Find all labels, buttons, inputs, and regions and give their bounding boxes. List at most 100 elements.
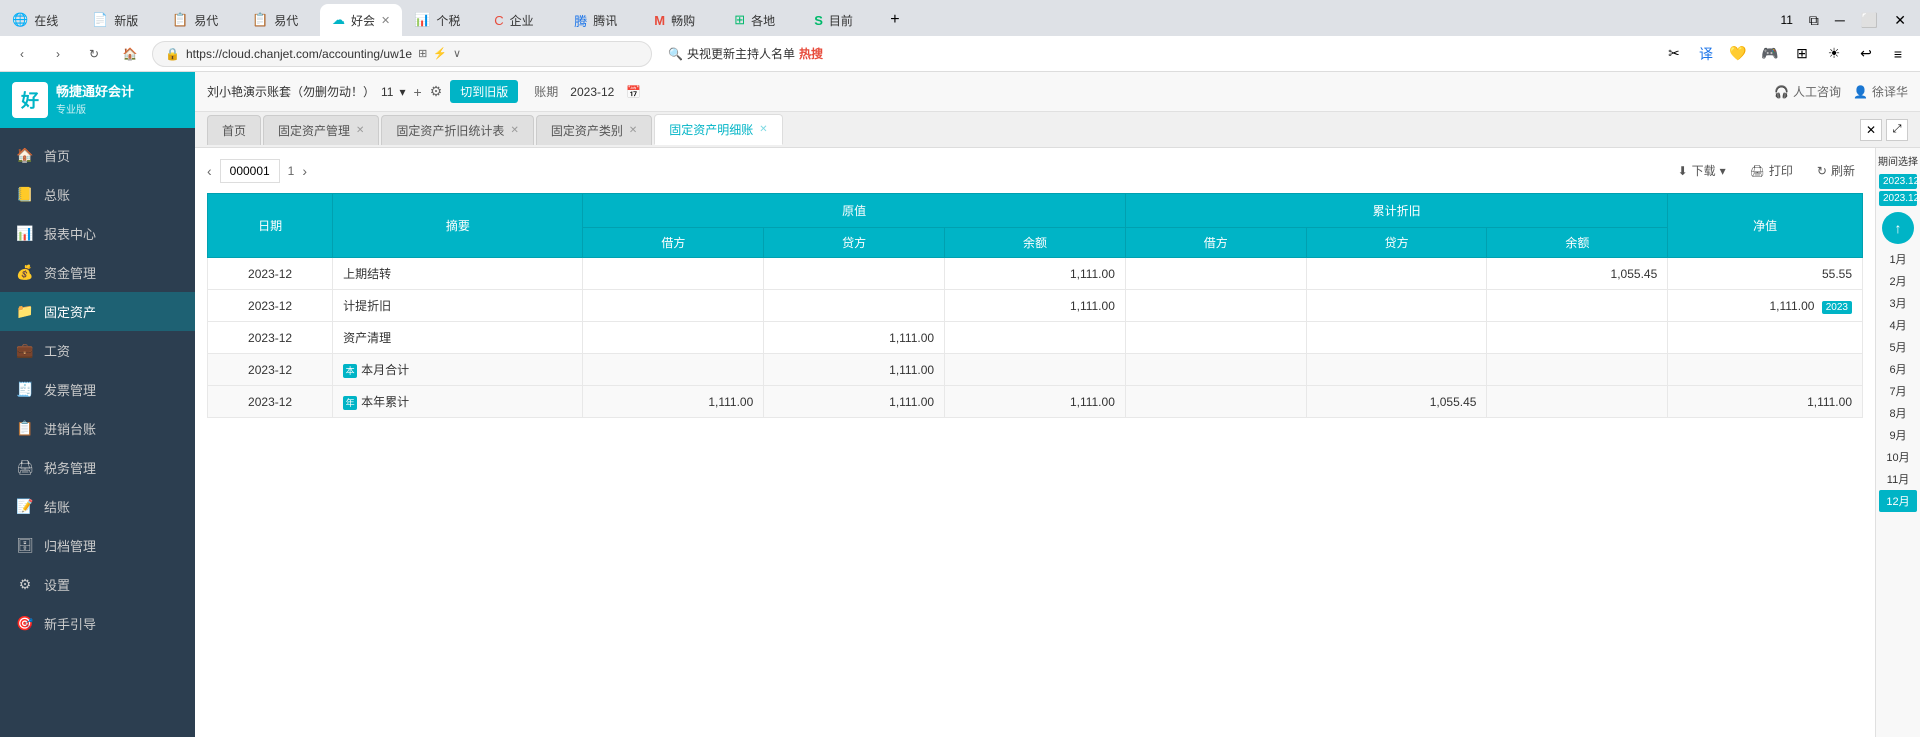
period-badge-1[interactable]: 2023.12: [1879, 174, 1917, 189]
print-btn[interactable]: 🖨 打印: [1742, 158, 1801, 183]
period-month-3[interactable]: 3月: [1879, 292, 1917, 314]
address-bar[interactable]: 🔒 https://cloud.chanjet.com/accounting/u…: [152, 41, 652, 67]
period-month-5[interactable]: 5月: [1879, 336, 1917, 358]
new-tab-button[interactable]: +: [882, 4, 907, 36]
support-btn[interactable]: 🎧 人工咨询: [1774, 83, 1841, 100]
next-record-btn[interactable]: ›: [302, 163, 307, 179]
tab-close-icon[interactable]: ✕: [759, 124, 767, 135]
tab-muqian[interactable]: S 目前: [802, 4, 882, 36]
period-month-12[interactable]: 12月: [1879, 490, 1917, 512]
sidebar-item-general-ledger[interactable]: 📒 总账: [0, 175, 195, 214]
refresh-icon: ↻: [1817, 164, 1827, 178]
search-icon: 🔍: [668, 47, 683, 61]
tab-geshui[interactable]: 📊 个税: [402, 4, 482, 36]
tutorial-icon: 🎯: [16, 615, 34, 633]
tab-qiye[interactable]: C 企业: [482, 4, 562, 36]
sidebar-item-closing[interactable]: 📝 结账: [0, 487, 195, 526]
company-selector[interactable]: 刘小艳演示账套（勿删勿动！） 11 ▾: [207, 83, 406, 100]
period-month-8[interactable]: 8月: [1879, 402, 1917, 424]
menu-icon[interactable]: ≡: [1884, 40, 1912, 68]
period-badge-2[interactable]: 2023.12: [1879, 191, 1917, 206]
sidebar-item-settings[interactable]: ⚙ 设置: [0, 565, 195, 604]
panel-expand-btn[interactable]: ⤢: [1886, 119, 1908, 141]
sidebar-item-archive[interactable]: 🗄 归档管理: [0, 526, 195, 565]
sidebar-item-funds[interactable]: 💰 资金管理: [0, 253, 195, 292]
page-tab-asset-detail[interactable]: 固定资产明细账 ✕: [654, 114, 782, 145]
grid-icon[interactable]: ⊞: [1788, 40, 1816, 68]
yearly-icon: 年: [343, 396, 357, 410]
user-info[interactable]: 👤 徐译华: [1853, 83, 1908, 100]
page-tab-asset-mgmt[interactable]: 固定资产管理 ✕: [263, 115, 379, 145]
period-month-1[interactable]: 1月: [1879, 248, 1917, 270]
browser-close-btn[interactable]: ✕: [1888, 12, 1912, 29]
tab-close-icon[interactable]: ✕: [629, 125, 637, 136]
row-summary: 本本月合计: [333, 354, 583, 386]
row-date: 2023-12: [208, 354, 333, 386]
period-month-10[interactable]: 10月: [1879, 446, 1917, 468]
row-accum-balance: [1487, 386, 1668, 418]
sidebar-item-purchase-sales[interactable]: 📋 进销台账: [0, 409, 195, 448]
tab-tengxun[interactable]: 腾 腾讯: [562, 4, 642, 36]
row-accum-debit: [1125, 290, 1306, 322]
user-avatar-icon: 👤: [1853, 85, 1868, 99]
wallet-icon[interactable]: 💛: [1724, 40, 1752, 68]
tab-yidai1[interactable]: 📋 易代: [160, 4, 240, 36]
sidebar-item-payroll[interactable]: 💼 工资: [0, 331, 195, 370]
panel-close-btn[interactable]: ✕: [1860, 119, 1882, 141]
col-accum-credit: 贷方: [1306, 228, 1487, 258]
period-month-7[interactable]: 7月: [1879, 380, 1917, 402]
browser-minimize[interactable]: 11: [1774, 13, 1798, 27]
nav-refresh[interactable]: ↻: [80, 40, 108, 68]
refresh-btn[interactable]: ↻ 刷新: [1809, 158, 1863, 183]
page-tab-depreciation-stats[interactable]: 固定资产折旧统计表 ✕: [381, 115, 533, 145]
tab-label: 固定资产明细账: [669, 121, 753, 138]
col-date: 日期: [208, 194, 333, 258]
tab-close-icon[interactable]: ✕: [356, 125, 364, 136]
row-accum-credit: [1306, 258, 1487, 290]
sidebar-item-reports[interactable]: 📊 报表中心: [0, 214, 195, 253]
tab-online[interactable]: 🌐 在线: [0, 4, 80, 36]
nav-home[interactable]: 🏠: [116, 40, 144, 68]
period-month-6[interactable]: 6月: [1879, 358, 1917, 380]
page-tab-home[interactable]: 首页: [207, 115, 261, 145]
prev-record-btn[interactable]: ‹: [207, 163, 212, 179]
sidebar-item-invoice[interactable]: 🧾 发票管理: [0, 370, 195, 409]
sidebar-item-home[interactable]: 🏠 首页: [0, 136, 195, 175]
period-month-2[interactable]: 2月: [1879, 270, 1917, 292]
scissors-icon[interactable]: ✂: [1660, 40, 1688, 68]
browser-maximize-btn[interactable]: ⬜: [1855, 12, 1884, 29]
tab-haohui[interactable]: ☁ 好会 ✕: [320, 4, 402, 36]
add-company-btn[interactable]: +: [414, 84, 422, 100]
sidebar-item-fixed-assets[interactable]: 📁 固定资产: [0, 292, 195, 331]
download-btn[interactable]: ⬇ 下载 ▾: [1670, 158, 1734, 183]
switch-version-btn[interactable]: 切到旧版: [450, 80, 518, 103]
row-orig-debit: [583, 290, 764, 322]
tab-close-icon[interactable]: ✕: [510, 125, 518, 136]
tab-new[interactable]: 📄 新版: [80, 4, 160, 36]
scroll-up-icon[interactable]: ↑: [1882, 212, 1914, 244]
sidebar-item-tutorial[interactable]: 🎯 新手引导: [0, 604, 195, 643]
undo-icon[interactable]: ↩: [1852, 40, 1880, 68]
tab-yidai2[interactable]: 📋 易代: [240, 4, 320, 36]
sidebar-item-tax[interactable]: 🖨 税务管理: [0, 448, 195, 487]
tab-label: 固定资产类别: [551, 122, 623, 139]
record-number-input[interactable]: [220, 159, 280, 183]
nav-back[interactable]: ‹: [8, 40, 36, 68]
period-month-11[interactable]: 11月: [1879, 468, 1917, 490]
col-orig-balance: 余额: [945, 228, 1126, 258]
page-tab-asset-category[interactable]: 固定资产类别 ✕: [536, 115, 652, 145]
game-icon[interactable]: 🎮: [1756, 40, 1784, 68]
brightness-icon[interactable]: ☀: [1820, 40, 1848, 68]
tab-chang[interactable]: M 畅购: [642, 4, 722, 36]
nav-forward[interactable]: ›: [44, 40, 72, 68]
tab-close-icon[interactable]: ✕: [381, 14, 390, 27]
settings-gear-btn[interactable]: ⚙: [430, 83, 443, 100]
period-month-4[interactable]: 4月: [1879, 314, 1917, 336]
browser-restore[interactable]: ⧉: [1803, 12, 1825, 29]
browser-minimize-btn[interactable]: ─: [1829, 12, 1851, 28]
calendar-icon[interactable]: 📅: [626, 85, 641, 99]
tab-gedi[interactable]: ⊞ 各地: [722, 4, 802, 36]
period-month-9[interactable]: 9月: [1879, 424, 1917, 446]
row-net-value: 1,111.00: [1668, 386, 1863, 418]
translate-icon[interactable]: 译: [1692, 40, 1720, 68]
